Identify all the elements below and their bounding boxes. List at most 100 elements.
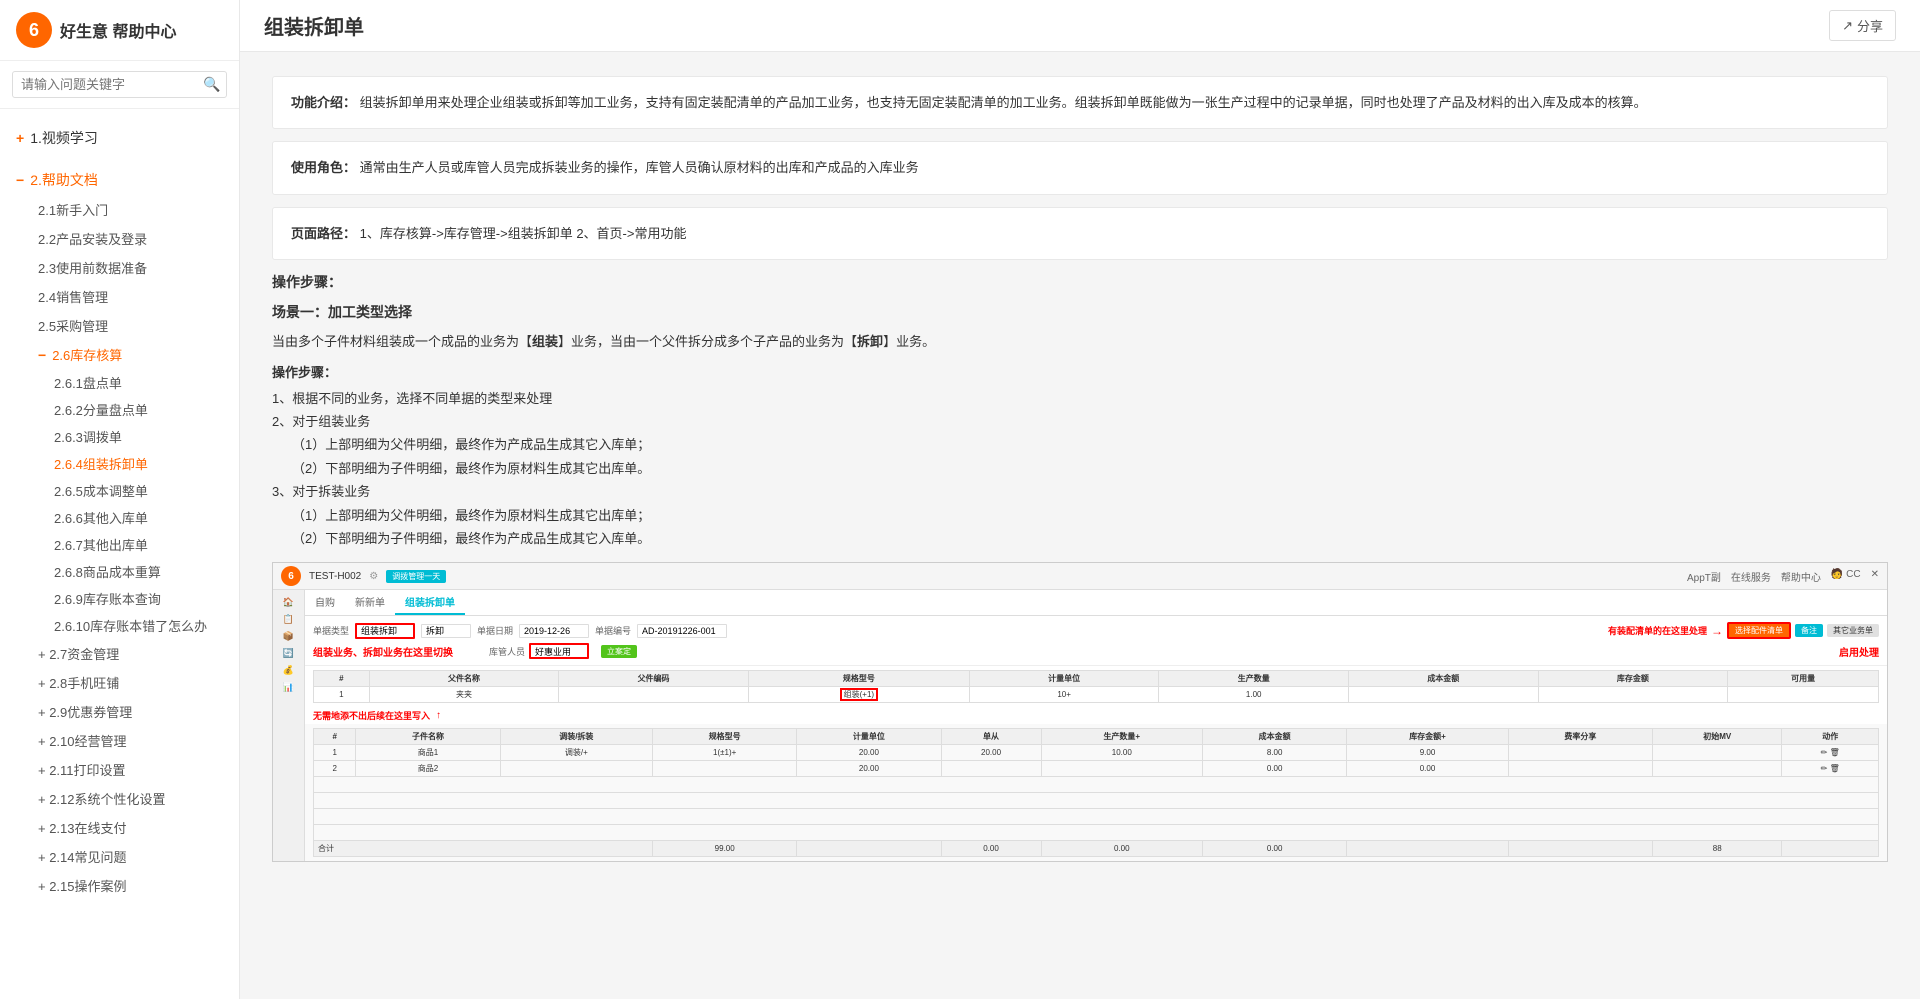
ss-annotation3-text: 启用处理	[1839, 644, 1879, 659]
ss-btn-note[interactable]: 备注	[1795, 624, 1823, 637]
ss-input-manager[interactable]	[529, 643, 589, 659]
ss-footer-val8: 88	[1653, 841, 1782, 857]
ss-t2-r1-qty: 10.00	[1041, 745, 1203, 761]
ss-t2-r2-edit-icon[interactable]: ✏	[1821, 764, 1828, 773]
ss-input-type[interactable]	[355, 623, 415, 639]
ss-t2-r1-name: 商品1	[356, 745, 500, 761]
ss-tab-new[interactable]: 新新单	[345, 590, 395, 615]
ss-t2-r1-cost: 8.00	[1203, 745, 1347, 761]
ss-topbar-btn[interactable]: 调拨管理一天	[386, 570, 446, 583]
ss-t1-col-spec: 规格型号	[748, 671, 969, 687]
sidebar-item-2-1[interactable]: 2.1新手入门	[38, 195, 223, 224]
ss-t1-r1-stock	[1538, 687, 1728, 703]
ss-annotation1-text: 有装配清单的在这里处理	[1608, 624, 1707, 637]
ops-block: 操作步骤： 场景一：加工类型选择 当由多个子件材料组装成一个成品的业务为【组装】…	[272, 272, 1888, 550]
ss-t2-r2-spec	[653, 761, 797, 777]
ss-field-label-date: 单据日期	[477, 624, 513, 637]
sidebar-item-2-6-2[interactable]: 2.6.2分量盘点单	[54, 396, 223, 423]
step-3-2: （2）下部明细为子件明细，最终作为产成品生成其它入库单。	[292, 527, 1888, 550]
ss-t2-r2-del-icon[interactable]: 🗑	[1830, 764, 1840, 773]
ss-input-subtype[interactable]	[421, 624, 471, 638]
sidebar-item-2-6-6[interactable]: 2.6.6其他入库单	[54, 504, 223, 531]
sidebar-item-1[interactable]: + 1.视频学习	[16, 123, 223, 153]
ss-t1-col-num: #	[314, 671, 370, 687]
sidebar-item-2-6-7[interactable]: 2.6.7其他出库单	[54, 531, 223, 558]
nav-tree: + 1.视频学习 − 2.帮助文档 2.1新手入门 2.2产品安装及登录 2.3…	[0, 109, 239, 999]
ss-input-date[interactable]	[519, 624, 589, 638]
step-3: 3、对于拆装业务	[272, 480, 1888, 503]
main-area: 组装拆卸单 ↗ 分享 功能介绍： 组装拆卸单用来处理企业组装或拆卸等加工业务，支…	[240, 0, 1920, 999]
page-title: 组装拆卸单	[264, 11, 364, 40]
ss-manager-field: 库管人员	[489, 643, 589, 659]
sidebar-item-2[interactable]: − 2.帮助文档	[16, 165, 223, 195]
search-button[interactable]: 🔍	[203, 76, 220, 93]
sidebar-item-2-10[interactable]: + 2.10经营管理	[38, 726, 223, 755]
ss-btn-other[interactable]: 其它业务单	[1827, 624, 1879, 637]
ss-nav-icon-3: 📦	[273, 628, 304, 645]
ss-t2-r1-del-icon[interactable]: 🗑	[1830, 748, 1840, 757]
sidebar-item-2-2[interactable]: 2.2产品安装及登录	[38, 224, 223, 253]
ss-t2-r6-empty	[314, 825, 1879, 841]
sidebar-item-2-5[interactable]: 2.5采购管理	[38, 311, 223, 340]
ss-t1-col-unit: 计量单位	[969, 671, 1159, 687]
expand-icon-1: +	[16, 130, 24, 146]
ss-table1: # 父件名称 父件编码 规格型号 计量单位 生产数量 成本金额 库存金额 可用量	[313, 670, 1879, 703]
ss-footer-val5: 0.00	[1203, 841, 1347, 857]
ss-arrow1: →	[1711, 624, 1723, 638]
sidebar-item-2-6-5[interactable]: 2.6.5成本调整单	[54, 477, 223, 504]
sidebar-item-2-6-1[interactable]: 2.6.1盘点单	[54, 369, 223, 396]
sidebar-item-2-4[interactable]: 2.4销售管理	[38, 282, 223, 311]
ss-t2-col-action: 动作	[1782, 729, 1879, 745]
sidebar-item-2-15[interactable]: + 2.15操作案例	[38, 871, 223, 900]
sidebar-item-2-6-3[interactable]: 2.6.3调拨单	[54, 423, 223, 450]
sidebar-item-2-6-8[interactable]: 2.6.8商品成本重算	[54, 558, 223, 585]
sidebar-item-2-11[interactable]: + 2.11打印设置	[38, 755, 223, 784]
expand-icon-2: −	[16, 172, 24, 188]
ss-service-icon: 在线服务	[1731, 569, 1771, 584]
sidebar-item-2-12[interactable]: + 2.12系统个性化设置	[38, 784, 223, 813]
ss-t2-r2-mv	[1653, 761, 1782, 777]
ss-t2-r1-u: 20.00	[941, 745, 1041, 761]
ss-body: 🏠 📋 📦 🔄 💰 📊 自购 新新单 组装拆卸单	[273, 590, 1887, 861]
sidebar-item-2-6-10[interactable]: 2.6.10库存账本错了怎么办	[54, 612, 223, 639]
ss-input-num[interactable]	[637, 624, 727, 638]
ss-btn-confirm[interactable]: 立案定	[601, 645, 637, 658]
ss-topbar-right: AppT副 在线服务 帮助中心 🧑 CC ✕	[1687, 569, 1879, 584]
topbar: 组装拆卸单 ↗ 分享	[240, 0, 1920, 52]
sidebar-item-2-14[interactable]: + 2.14常见问题	[38, 842, 223, 871]
ss-app-icon: AppT副	[1687, 569, 1721, 584]
sidebar-item-2-13[interactable]: + 2.13在线支付	[38, 813, 223, 842]
ss-t2-col-type: 调装/拆装	[500, 729, 653, 745]
ss-help-icon: 帮助中心	[1781, 569, 1821, 584]
app-title: 好生意 帮助中心	[60, 18, 176, 42]
share-button[interactable]: ↗ 分享	[1829, 10, 1896, 41]
ss-topbar: 6 TEST-H002 ⚙ 调拨管理一天 AppT副 在线服务 帮助中心 🧑 C…	[273, 563, 1887, 590]
ss-annotation3-area: 启用处理	[1839, 644, 1879, 659]
path-box: 页面路径： 1、库存核算->库存管理->组装拆卸单 2、首页->常用功能	[272, 207, 1888, 260]
ss-footer-val3: 0.00	[941, 841, 1041, 857]
step-3-1: （1）上部明细为父件明细，最终作为原材料生成其它出库单；	[292, 504, 1888, 527]
intro-text: 组装拆卸单用来处理企业组装或拆卸等加工业务，支持有固定装配清单的产品加工业务，也…	[360, 95, 1647, 110]
ss-footer-val7	[1508, 841, 1652, 857]
ss-tab-assembly[interactable]: 组装拆卸单	[395, 590, 465, 615]
expand-icon-2-6: −	[38, 347, 46, 363]
sidebar-item-2-3[interactable]: 2.3使用前数据准备	[38, 253, 223, 282]
search-input[interactable]	[12, 71, 227, 98]
sidebar-item-label-2-6: 2.6库存核算	[52, 345, 122, 364]
intro-box: 功能介绍： 组装拆卸单用来处理企业组装或拆卸等加工业务，支持有固定装配清单的产品…	[272, 76, 1888, 129]
ops-title: 操作步骤：	[272, 272, 1888, 292]
sidebar-item-2-8[interactable]: + 2.8手机旺铺	[38, 668, 223, 697]
ss-t2-r2-type	[500, 761, 653, 777]
ss-close-icon[interactable]: ✕	[1871, 569, 1879, 584]
ss-tab-home[interactable]: 自购	[305, 590, 345, 615]
sidebar-item-2-6-4[interactable]: 2.6.4组装拆卸单	[54, 450, 223, 477]
ss-nav-icon-5: 💰	[273, 662, 304, 679]
ss-btn-bom[interactable]: 选择配件清单	[1727, 622, 1791, 639]
sidebar-item-2-7[interactable]: + 2.7资金管理	[38, 639, 223, 668]
ss-t2-row-1: 1 商品1 调装/+ 1(±1)+ 20.00 20.00 10.00 8.00…	[314, 745, 1879, 761]
ss-t2-r1-edit-icon[interactable]: ✏	[1821, 748, 1828, 757]
sidebar-item-2-9[interactable]: + 2.9优惠券管理	[38, 697, 223, 726]
sidebar-item-2-6-9[interactable]: 2.6.9库存账本查询	[54, 585, 223, 612]
ss-t2-col-unit: 计量单位	[797, 729, 941, 745]
sidebar-item-2-6[interactable]: − 2.6库存核算	[38, 340, 223, 369]
